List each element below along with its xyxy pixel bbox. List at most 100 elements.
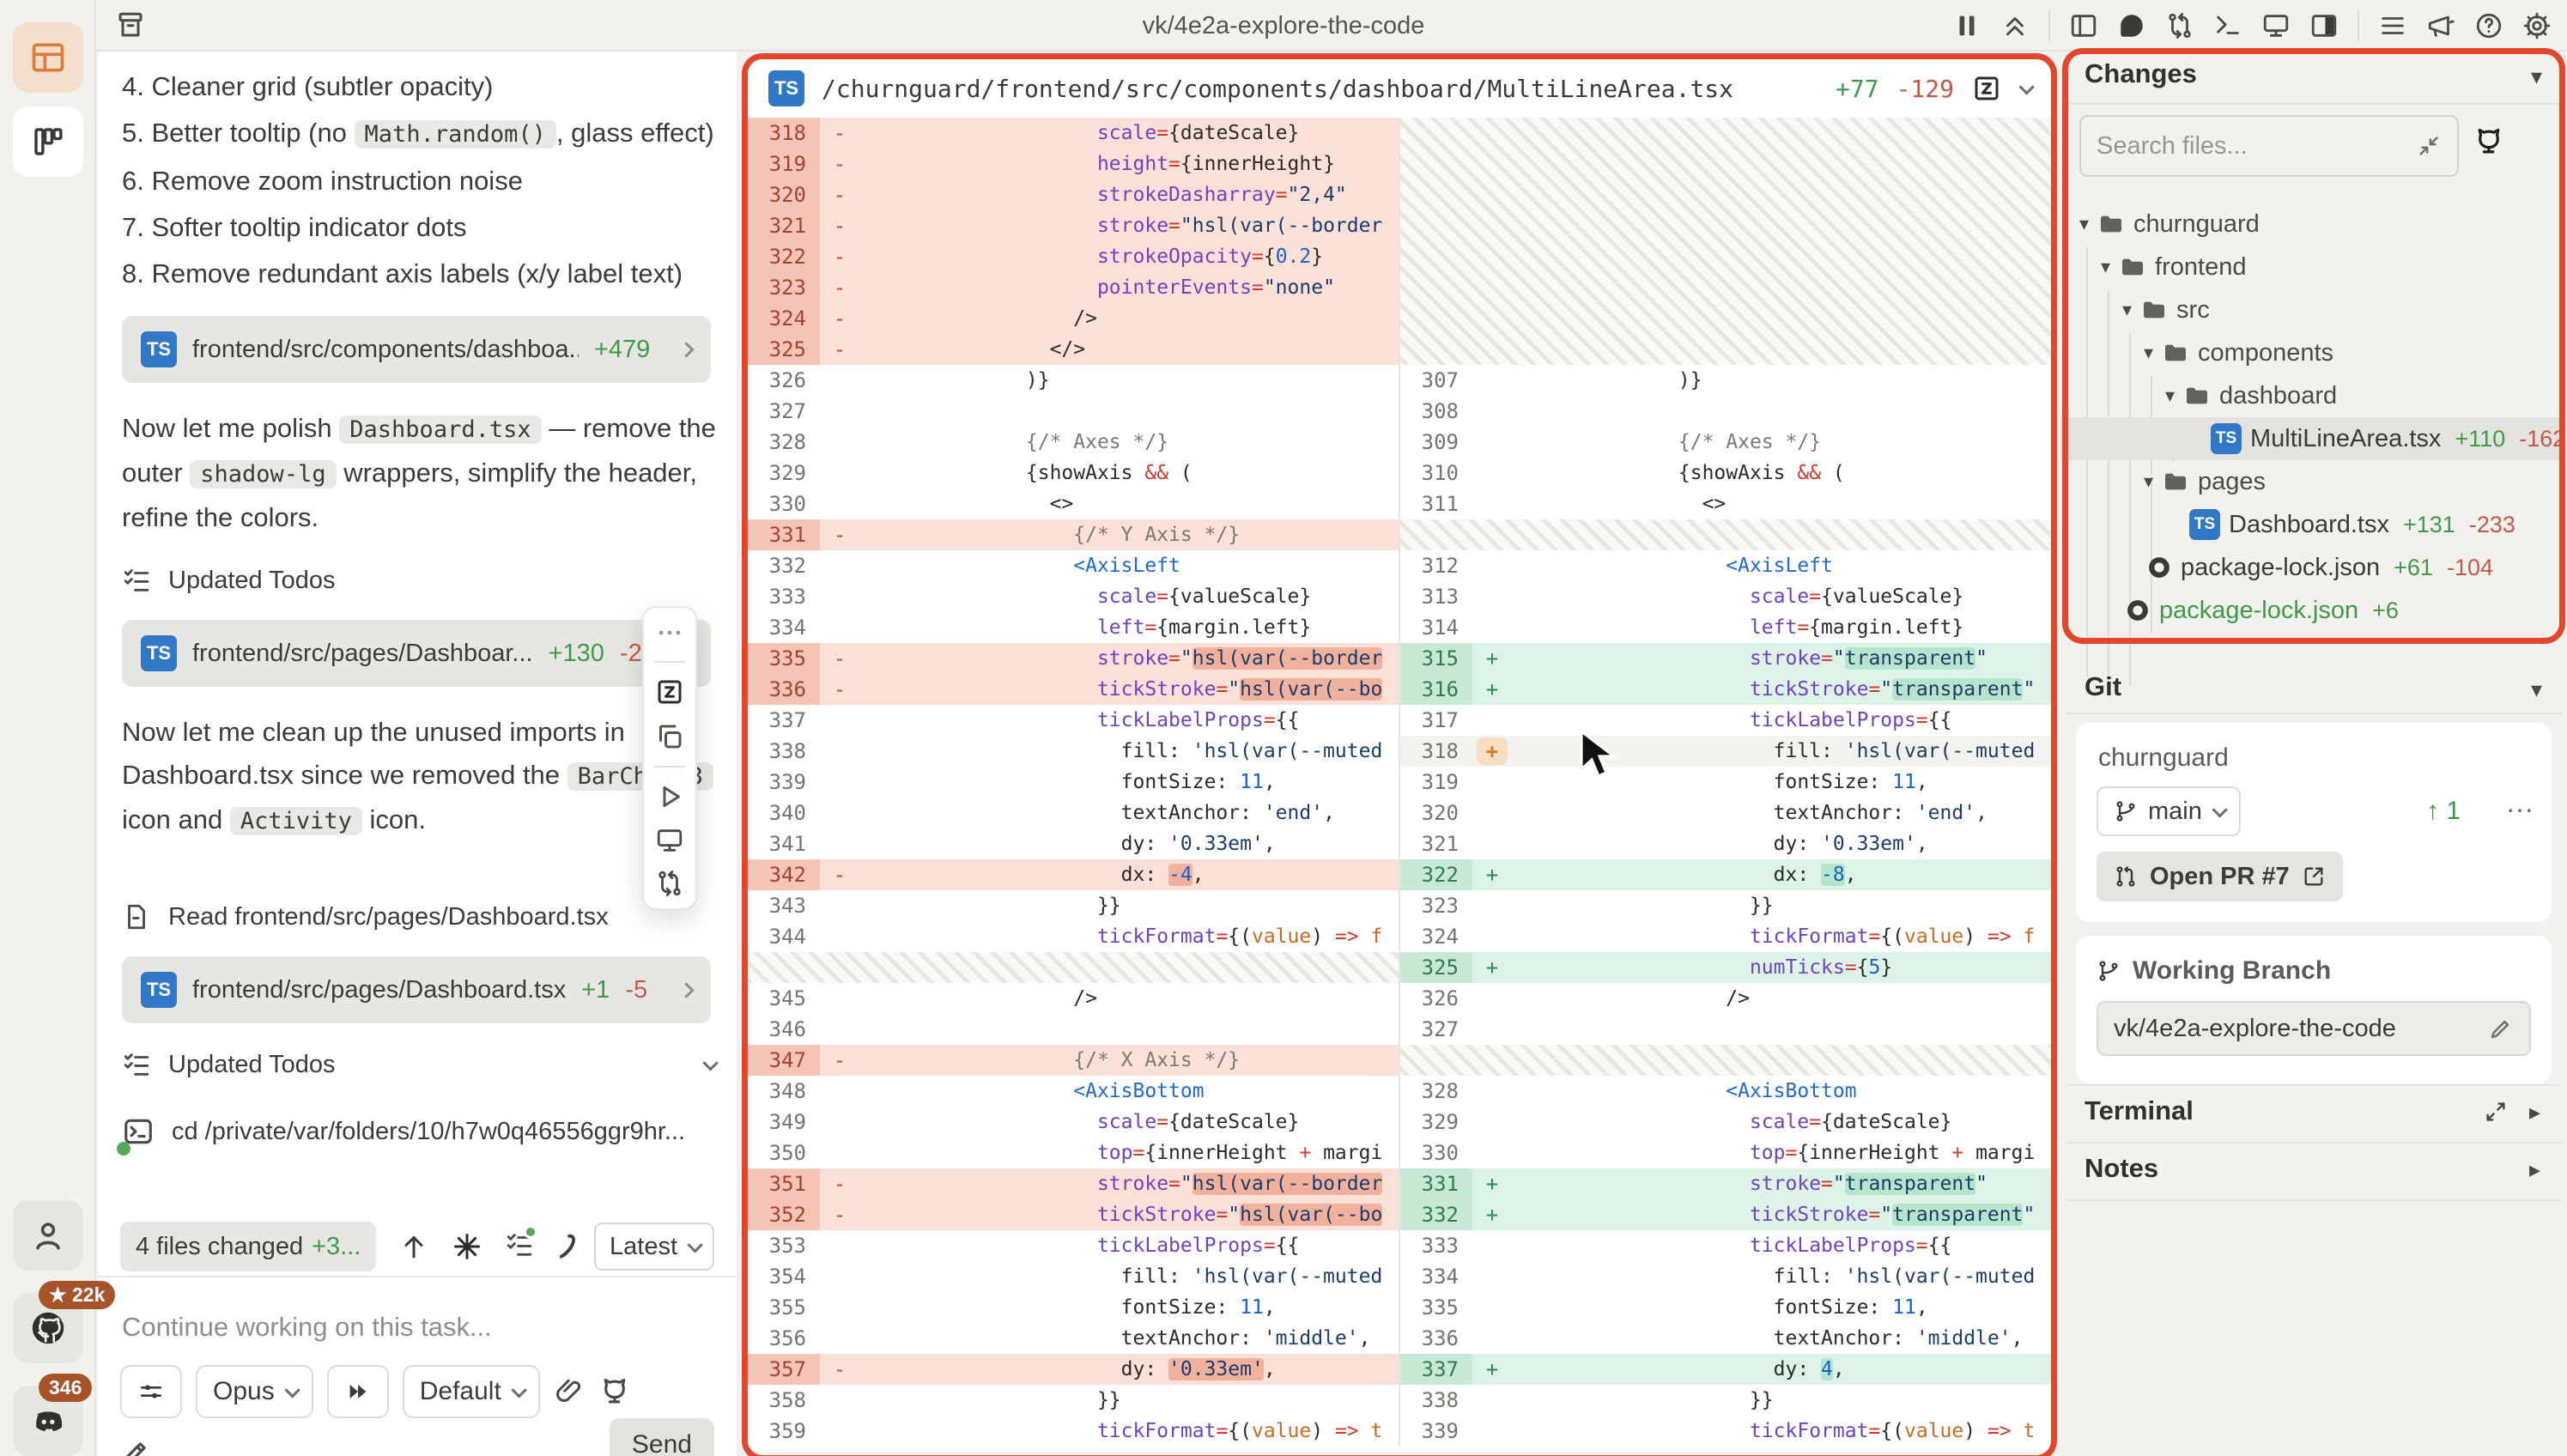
- line-number[interactable]: 358: [748, 1385, 820, 1416]
- diff-marker[interactable]: [820, 550, 859, 581]
- line-number[interactable]: 337: [748, 705, 820, 736]
- latest-version-dropdown[interactable]: Latest: [594, 1222, 714, 1271]
- dots-h-icon[interactable]: [655, 618, 684, 647]
- line-number[interactable]: 345: [748, 983, 820, 1014]
- files-changed-chip[interactable]: 4 files changed +3...: [120, 1222, 376, 1271]
- diff-marker[interactable]: [1472, 427, 1512, 458]
- git-section-title[interactable]: Git: [2085, 671, 2121, 702]
- play-icon[interactable]: [654, 781, 685, 812]
- collapse-tree-icon[interactable]: [2416, 133, 2442, 159]
- diff-marker[interactable]: [820, 612, 859, 643]
- git-compare-icon[interactable]: [2165, 11, 2194, 40]
- line-number[interactable]: 317: [1400, 705, 1472, 736]
- tree-folder-churnguard[interactable]: ▾churnguard: [2060, 203, 2564, 246]
- line-number[interactable]: 354: [748, 1261, 820, 1292]
- diff-marker[interactable]: [820, 396, 859, 427]
- diff-marker[interactable]: [1472, 767, 1512, 798]
- line-number[interactable]: 320: [748, 179, 820, 210]
- folder-expand-chevron[interactable]: ▾: [2144, 342, 2153, 364]
- tree-file-package-lock.json[interactable]: package-lock.json+6: [2060, 589, 2564, 632]
- diff-marker[interactable]: -: [820, 1199, 859, 1230]
- line-number[interactable]: 319: [1400, 767, 1472, 798]
- line-number[interactable]: 348: [748, 1076, 820, 1107]
- read-file-row[interactable]: Read frontend/src/pages/Dashboard.tsx: [122, 898, 714, 936]
- notes-expand-chevron[interactable]: ▸: [2529, 1156, 2540, 1183]
- diff-marker[interactable]: [1472, 1076, 1512, 1107]
- line-number[interactable]: 319: [748, 149, 820, 179]
- diff-marker[interactable]: [1472, 828, 1512, 859]
- diff-marker[interactable]: [820, 1416, 859, 1447]
- diff-marker[interactable]: [820, 1385, 859, 1416]
- line-number[interactable]: 329: [748, 458, 820, 488]
- diff-marker[interactable]: [1472, 1416, 1512, 1447]
- panel-left-icon[interactable]: [2069, 11, 2098, 40]
- line-number[interactable]: 353: [748, 1230, 820, 1261]
- diff-marker[interactable]: [820, 828, 859, 859]
- diff-marker[interactable]: [820, 767, 859, 798]
- git-collapse-icon[interactable]: ▾: [2531, 676, 2542, 703]
- git-more-button[interactable]: …: [2505, 786, 2536, 820]
- line-number[interactable]: 335: [1400, 1292, 1472, 1323]
- line-number[interactable]: 307: [1400, 365, 1472, 396]
- pause-icon[interactable]: [1952, 11, 1981, 40]
- line-number[interactable]: 321: [748, 210, 820, 241]
- line-number[interactable]: 357: [748, 1354, 820, 1385]
- file-change-chip[interactable]: TSfrontend/src/components/dashboa...+479: [122, 316, 711, 383]
- diff-marker[interactable]: [820, 427, 859, 458]
- tree-folder-dashboard[interactable]: ▾dashboard: [2060, 374, 2564, 417]
- expand-terminal-icon[interactable]: [2483, 1099, 2509, 1125]
- diff-marker[interactable]: +: [1472, 1354, 1512, 1385]
- terminal-command-row[interactable]: cd /private/var/folders/10/h7w0q46556ggr…: [122, 1113, 714, 1150]
- collapse-diff-chevron[interactable]: [2018, 79, 2034, 94]
- diff-marker[interactable]: [1472, 396, 1512, 427]
- open-pr-button[interactable]: Open PR #7: [2097, 852, 2343, 901]
- line-number[interactable]: 343: [748, 890, 820, 921]
- diff-marker[interactable]: [820, 1138, 859, 1168]
- diff-marker[interactable]: [820, 798, 859, 828]
- diff-marker[interactable]: [1472, 365, 1512, 396]
- diff-marker[interactable]: +: [1472, 1168, 1512, 1199]
- diff-marker[interactable]: -: [820, 1168, 859, 1199]
- mode-dropdown[interactable]: Default: [403, 1365, 540, 1418]
- updated-todos-row[interactable]: Updated Todos: [122, 561, 714, 599]
- monitor-icon[interactable]: [655, 826, 684, 855]
- line-number[interactable]: 332: [748, 550, 820, 581]
- line-number[interactable]: 350: [748, 1138, 820, 1168]
- help-icon[interactable]: [2474, 11, 2503, 40]
- line-number[interactable]: 326: [1400, 983, 1472, 1014]
- diff-marker[interactable]: -: [820, 519, 859, 550]
- diff-marker[interactable]: [1472, 550, 1512, 581]
- line-number[interactable]: 326: [748, 365, 820, 396]
- line-number[interactable]: 335: [748, 643, 820, 674]
- line-number[interactable]: 309: [1400, 427, 1472, 458]
- diff-marker[interactable]: [1472, 1261, 1512, 1292]
- line-number[interactable]: 336: [1400, 1323, 1472, 1354]
- account-button[interactable]: [13, 1200, 83, 1271]
- tree-folder-frontend[interactable]: ▾frontend: [2060, 246, 2564, 288]
- tree-folder-pages[interactable]: ▾pages: [2060, 460, 2564, 503]
- diff-marker[interactable]: [820, 890, 859, 921]
- line-number[interactable]: 330: [1400, 1138, 1472, 1168]
- diff-marker[interactable]: [1472, 1230, 1512, 1261]
- line-number[interactable]: 338: [1400, 1385, 1472, 1416]
- diff-square-icon[interactable]: [654, 676, 685, 707]
- line-number[interactable]: 329: [1400, 1107, 1472, 1138]
- line-number[interactable]: 328: [1400, 1076, 1472, 1107]
- diff-marker[interactable]: [820, 736, 859, 767]
- line-number[interactable]: 334: [748, 612, 820, 643]
- line-number[interactable]: 351: [748, 1168, 820, 1199]
- line-number[interactable]: 340: [748, 798, 820, 828]
- terminal-icon[interactable]: [2213, 11, 2242, 40]
- diff-marker[interactable]: [1472, 1014, 1512, 1045]
- updated-todos-row[interactable]: Updated Todos: [122, 1046, 714, 1083]
- line-number[interactable]: 338: [748, 736, 820, 767]
- diff-marker[interactable]: [820, 1292, 859, 1323]
- collapse-chevron[interactable]: [702, 1055, 718, 1071]
- workspace-view-button[interactable]: [13, 22, 83, 93]
- diff-marker[interactable]: [820, 983, 859, 1014]
- tree-file-package-lock.json[interactable]: package-lock.json+61-104: [2060, 546, 2564, 589]
- diff-marker[interactable]: [820, 365, 859, 396]
- cat-icon[interactable]: [598, 1375, 631, 1408]
- tree-folder-components[interactable]: ▾components: [2060, 331, 2564, 374]
- diff-pane-new[interactable]: 307 )}308309 {/* Axes */}310 {showAxis &…: [1400, 118, 2051, 1447]
